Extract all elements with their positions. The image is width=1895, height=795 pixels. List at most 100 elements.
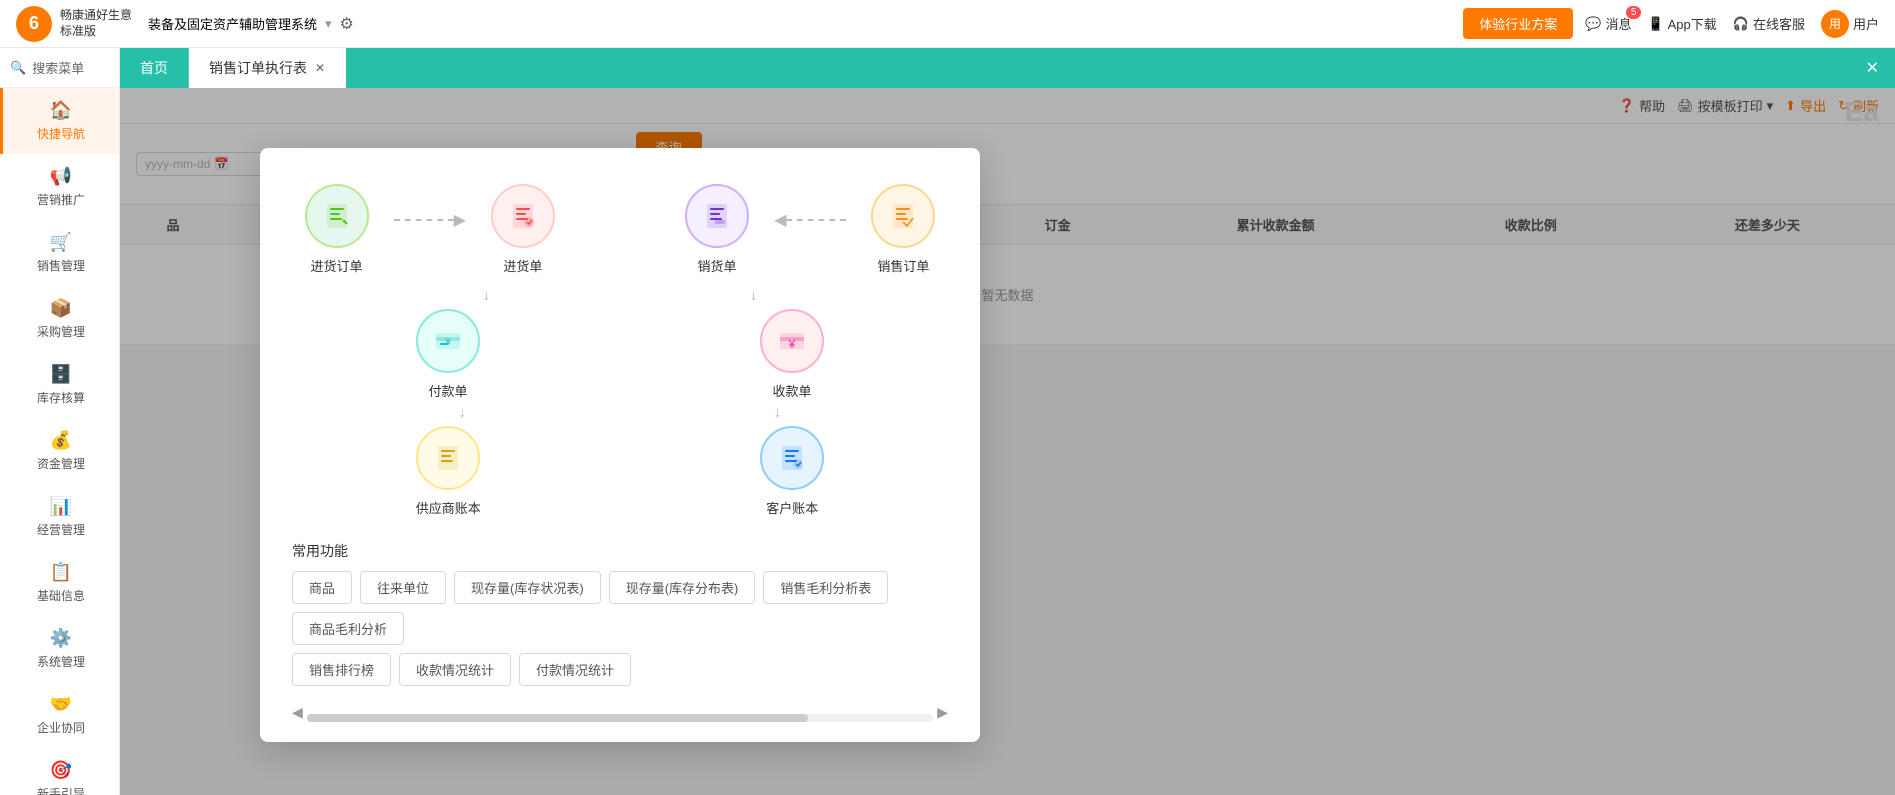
sidebar-item-system[interactable]: ⚙️ 系统管理 [0,616,119,682]
sales-order-label: 销售订单 [877,256,929,275]
search-icon: 🔍 [10,60,26,76]
tab-sales-order-label: 销售订单执行表 [209,58,307,78]
logo-area: 6 畅康通好生意 标准版 [16,6,136,42]
func-btn-receipt-stats[interactable]: 收款情况统计 [399,653,511,686]
purchase-bill-label: 进货单 [503,256,542,275]
arrow-left-1: ◀ [774,210,846,230]
flow-node-payment[interactable]: ¥ 付款单 [416,309,480,400]
tab-close-all-btn[interactable]: ✕ [1866,58,1879,78]
arrow-down-payment: ↓ [442,404,482,422]
tab-home[interactable]: 首页 [120,48,189,88]
tab-close-icon[interactable]: ✕ [315,61,325,75]
basic-info-label: 基础信息 [37,587,85,604]
guide-icon: 🎯 [50,760,72,781]
func-btn-stock-dist[interactable]: 现存量(库存分布表) [609,571,756,604]
func-btn-goods-profit[interactable]: 商品毛利分析 [292,612,404,645]
settings-icon[interactable]: ⚙ [340,14,354,34]
tab-home-label: 首页 [140,58,168,78]
system-name-area: 装备及固定资产辅助管理系统 ▾ ⚙ [148,14,1451,34]
inventory-icon: 🗄️ [50,364,72,385]
receipt-label: 收款单 [772,381,811,400]
func-btn-sales-profit[interactable]: 销售毛利分析表 [763,571,888,604]
sales-order-icon [887,200,919,232]
sales-icon: 🛒 [50,232,72,253]
flow-node-purchase-order[interactable]: 进货订单 [305,184,369,275]
top-header: 6 畅康通好生意 标准版 装备及固定资产辅助管理系统 ▾ ⚙ 体验行业方案 💬 … [0,0,1895,48]
marketing-label: 营销推广 [37,191,85,208]
sales-bill-icon [701,200,733,232]
basic-info-icon: 📋 [50,562,72,583]
func-btn-units[interactable]: 往来单位 [360,571,446,604]
quick-nav-icon: 🏠 [50,100,72,121]
svg-text:¥: ¥ [788,337,796,351]
scroll-left-icon[interactable]: ◀ [292,704,303,721]
system-icon: ⚙️ [50,628,72,649]
flow-arrows-down: ↓ ↓ [292,287,948,305]
sidebar-item-operation[interactable]: 📊 经营管理 [0,484,119,550]
sidebar-item-purchase[interactable]: 📦 采购管理 [0,286,119,352]
sales-label: 销售管理 [37,257,85,274]
func-btn-stock-status[interactable]: 现存量(库存状况表) [454,571,601,604]
sidebar: 🔍 搜索菜单 🏠 快捷导航 📢 营销推广 🛒 销售管理 📦 采购管理 🗄️ [0,48,120,795]
dropdown-arrow-icon[interactable]: ▾ [325,16,332,32]
receipt-circle: ¥ [760,309,824,373]
common-functions-title: 常用功能 [292,541,948,561]
purchase-order-circle [305,184,369,248]
sidebar-search[interactable]: 🔍 搜索菜单 [0,48,119,88]
svg-text:¥: ¥ [444,337,451,348]
online-service-action[interactable]: 🎧 在线客服 [1733,14,1805,33]
flow-node-sales-bill[interactable]: 销货单 [685,184,749,275]
flow-node-receipt[interactable]: ¥ 收款单 [760,309,824,400]
func-btn-sales-rank[interactable]: 销售排行榜 [292,653,391,686]
sidebar-item-enterprise[interactable]: 🤝 企业协同 [0,682,119,748]
sidebar-item-basic-info[interactable]: 📋 基础信息 [0,550,119,616]
operation-label: 经营管理 [37,521,85,538]
arrow-down-receipt: ↓ [758,404,798,422]
app-download-action[interactable]: 📱 App下载 [1647,14,1716,33]
flow-node-customer[interactable]: 客户账本 [760,426,824,517]
finance-label: 资金管理 [37,455,85,472]
header-right: 💬 消息 5 📱 App下载 🎧 在线客服 用 用户 [1585,10,1879,38]
search-label: 搜索菜单 [32,58,84,77]
sidebar-item-guide[interactable]: 🎯 新手引导 [0,748,119,795]
payment-icon: ¥ [432,325,464,357]
experience-btn[interactable]: 体验行业方案 [1463,8,1573,39]
sales-bill-label: 销货单 [698,256,737,275]
scroll-right-icon[interactable]: ▶ [937,704,948,721]
sidebar-item-finance[interactable]: 💰 资金管理 [0,418,119,484]
supplier-label: 供应商账本 [416,498,481,517]
purchase-label: 采购管理 [37,323,85,340]
flow-diagram: 进货订单 ▶ [292,172,948,521]
user-action[interactable]: 用 用户 [1821,10,1879,38]
supplier-icon [432,442,464,474]
payment-circle: ¥ [416,309,480,373]
receipt-icon: ¥ [776,325,808,357]
sidebar-item-sales[interactable]: 🛒 销售管理 [0,220,119,286]
sidebar-item-quick-nav[interactable]: 🏠 快捷导航 [0,88,119,154]
logo-icon: 6 [16,6,52,42]
tab-sales-order[interactable]: 销售订单执行表 ✕ [189,48,346,88]
modal-scrollbar[interactable] [307,714,933,722]
flow-row-1: 进货订单 ▶ [292,172,948,287]
sidebar-item-marketing[interactable]: 📢 营销推广 [0,154,119,220]
flow-row-3: 供应商账本 [292,422,948,521]
logo-text: 畅康通好生意 标准版 [60,8,132,39]
flow-node-purchase-bill[interactable]: 进货单 [491,184,555,275]
flow-row-2: ¥ 付款单 [292,305,948,404]
func-buttons-row-2: 销售排行榜 收款情况统计 付款情况统计 [292,653,948,686]
message-icon: 💬 [1585,16,1601,32]
message-action[interactable]: 💬 消息 5 [1585,14,1631,33]
flow-node-supplier[interactable]: 供应商账本 [416,426,481,517]
system-name-text: 装备及固定资产辅助管理系统 [148,14,317,33]
func-btn-goods[interactable]: 商品 [292,571,352,604]
purchase-order-label: 进货订单 [311,256,363,275]
func-buttons-row-1: 商品 往来单位 现存量(库存状况表) 现存量(库存分布表) 销售毛利分析表 商品… [292,571,948,645]
modal-overlay[interactable]: 进货订单 ▶ [120,88,1895,795]
modal-scrollbar-row: ◀ ▶ [292,702,948,722]
arrow-right-1: ▶ [394,210,466,230]
customer-label: 客户账本 [766,498,818,517]
sidebar-item-inventory[interactable]: 🗄️ 库存核算 [0,352,119,418]
flow-node-sales-order[interactable]: 销售订单 [871,184,935,275]
func-btn-payment-stats[interactable]: 付款情况统计 [519,653,631,686]
user-avatar: 用 [1821,10,1849,38]
